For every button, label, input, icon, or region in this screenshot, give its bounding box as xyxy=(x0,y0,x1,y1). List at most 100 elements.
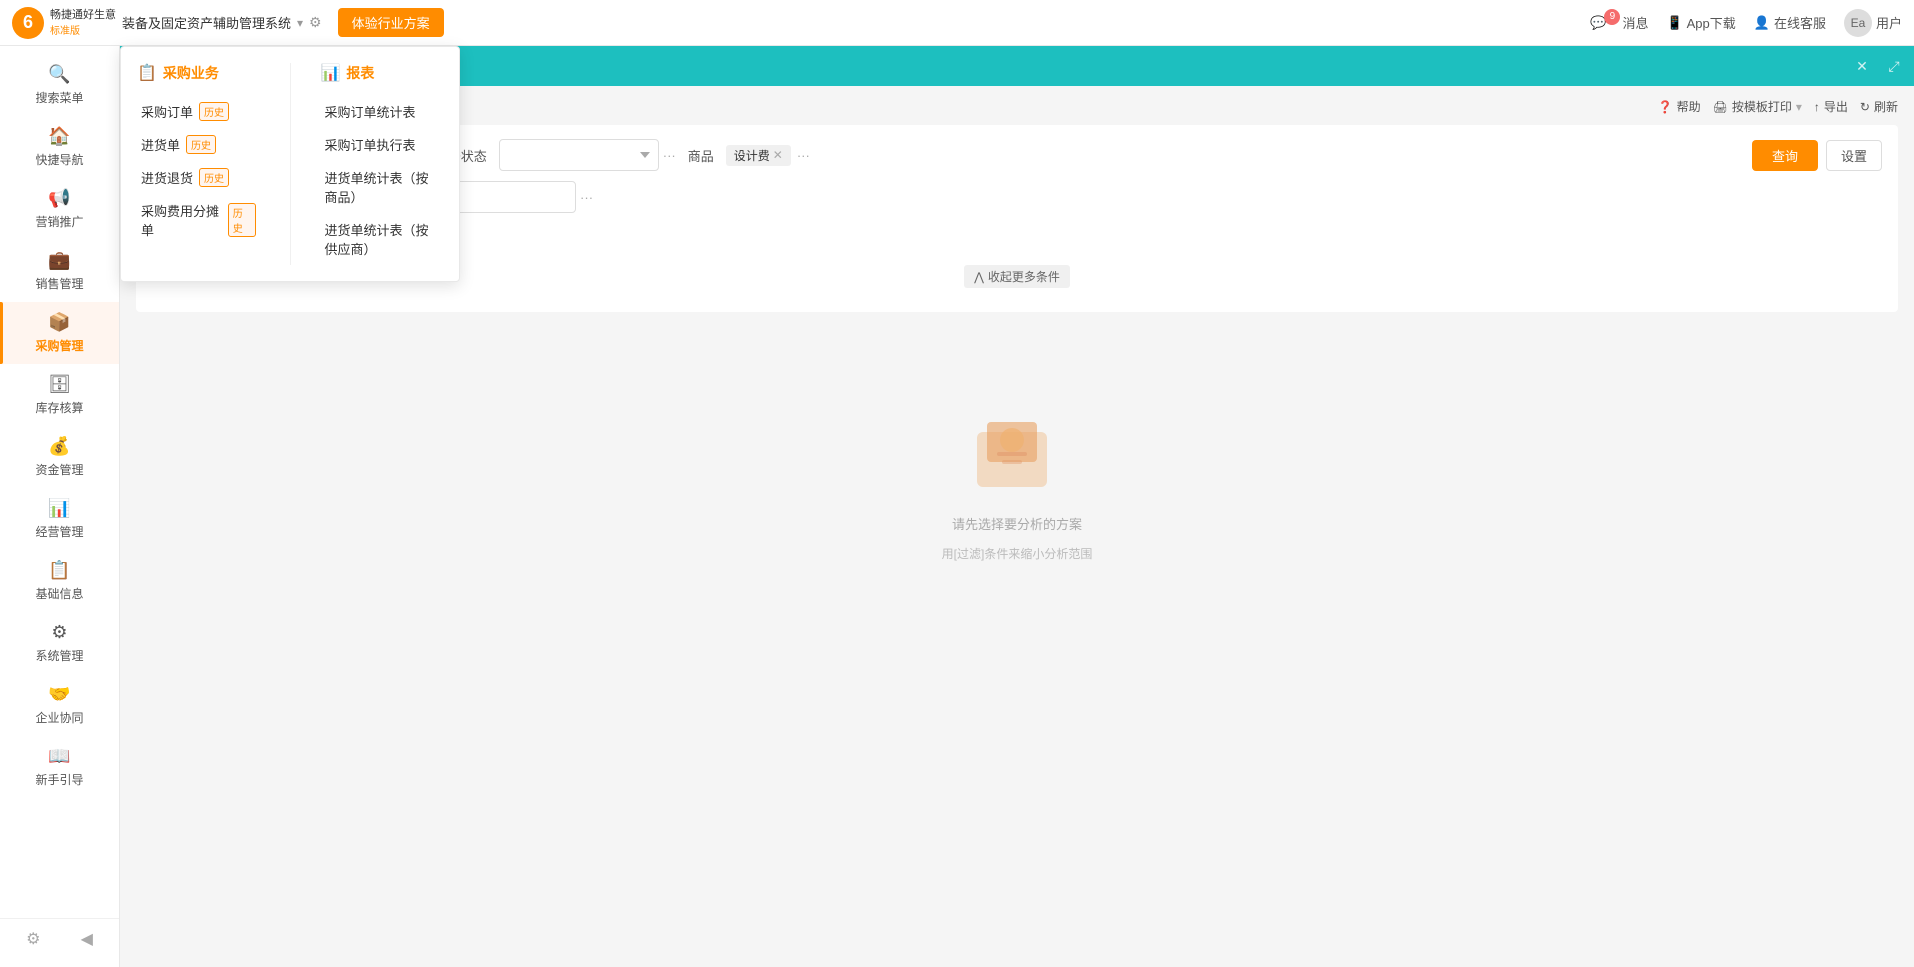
empty-hint1: 请先选择要分析的方案 xyxy=(952,514,1082,533)
user-btn[interactable]: Ea 用户 xyxy=(1844,9,1902,37)
dropdown-item-report-3-label: 进货单统计表（按商品） xyxy=(325,168,440,206)
user-label: 用户 xyxy=(1876,13,1902,32)
export-btn[interactable]: ↑ 导出 xyxy=(1814,98,1848,115)
print-btn[interactable]: 🖨 按模板打印 ▾ xyxy=(1713,98,1802,115)
app-download-label: App下载 xyxy=(1687,13,1736,32)
sidebar-item-marketing[interactable]: 📢 营销推广 xyxy=(0,178,119,240)
baseinfo-icon: 📋 xyxy=(48,560,70,581)
message-btn[interactable]: 💬 9 消息 xyxy=(1590,13,1648,32)
sidebar-item-quicknav[interactable]: 🏠 快捷导航 xyxy=(0,116,119,178)
dropdown-item-purchase-order[interactable]: 采购订单 历史 xyxy=(137,95,260,128)
service-icon: 👤 xyxy=(1754,15,1770,31)
sidebar-label-inventory: 库存核算 xyxy=(35,399,83,416)
voucher-status-more-icon[interactable]: ··· xyxy=(663,148,676,163)
topbar-right: 💬 9 消息 📱 App下载 👤 在线客服 Ea 用户 xyxy=(1590,9,1902,37)
sidebar-collapse-btn[interactable]: ◀ xyxy=(81,929,93,949)
sidebar-item-sales[interactable]: 💼 销售管理 xyxy=(0,240,119,302)
online-service-btn[interactable]: 👤 在线客服 xyxy=(1754,13,1826,32)
sidebar-item-guide[interactable]: 📖 新手引导 xyxy=(0,736,119,798)
sidebar-item-collab[interactable]: 🤝 企业协同 xyxy=(0,674,119,736)
home-icon: 🏠 xyxy=(48,126,70,147)
purchase-dropdown-menu: 📋 采购业务 采购订单 历史 进货单 历史 进货退货 历史 采购费用分摊单 历史… xyxy=(120,46,460,282)
sidebar-label-purchase: 采购管理 xyxy=(35,337,83,354)
history-badge-1: 历史 xyxy=(186,135,216,154)
goods-more-icon[interactable]: ··· xyxy=(797,148,810,163)
goods-tag-close-icon[interactable]: ✕ xyxy=(773,148,783,162)
report-col-title: 📊 报表 xyxy=(321,63,444,83)
dropdown-item-report-2-label: 采购订单执行表 xyxy=(325,135,416,154)
fullscreen-btn[interactable]: ⤢ xyxy=(1880,52,1908,80)
dropdown-item-expense[interactable]: 采购费用分摊单 历史 xyxy=(137,194,260,246)
sidebar-label-system: 系统管理 xyxy=(35,647,83,664)
inventory-icon: 🗄 xyxy=(48,374,71,395)
message-label: 消息 xyxy=(1622,13,1648,32)
sidebar-label-operations: 经营管理 xyxy=(35,523,83,540)
query-btn[interactable]: 查询 xyxy=(1752,140,1818,171)
collapse-label: 收起更多条件 xyxy=(988,268,1060,285)
history-badge-2: 历史 xyxy=(199,168,229,187)
dropdown-item-report-1[interactable]: 采购订单统计表 xyxy=(321,95,444,128)
brand-name: 畅捷通好生意 xyxy=(50,8,116,22)
app-download-btn[interactable]: 📱 App下载 xyxy=(1666,13,1735,32)
system-gear-icon[interactable]: ⚙ xyxy=(309,14,322,31)
sidebar: 🔍 搜索菜单 🏠 快捷导航 📢 营销推广 💼 销售管理 📦 采购管理 🗄 库存核… xyxy=(0,46,120,967)
finance-icon: 💰 xyxy=(48,436,70,457)
search-icon: 🔍 xyxy=(48,64,70,85)
dropdown-item-report-3[interactable]: 进货单统计表（按商品） xyxy=(321,161,444,213)
print-icon: 🖨 xyxy=(1713,100,1728,114)
sidebar-item-system[interactable]: ⚙ 系统管理 xyxy=(0,612,119,674)
sidebar-item-finance[interactable]: 💰 资金管理 xyxy=(0,426,119,488)
system-arrow-icon[interactable]: ▾ xyxy=(297,16,303,30)
voucher-status-select[interactable] xyxy=(499,139,659,171)
salesperson-more-icon[interactable]: ··· xyxy=(580,190,593,205)
dropdown-item-return-label: 进货退货 xyxy=(141,168,193,187)
guide-icon: 📖 xyxy=(48,746,70,767)
sidebar-item-search[interactable]: 🔍 搜索菜单 xyxy=(0,54,119,116)
history-badge-3: 历史 xyxy=(228,203,256,237)
sidebar-item-operations[interactable]: 📊 经营管理 xyxy=(0,488,119,550)
sidebar-label-search: 搜索菜单 xyxy=(35,89,83,106)
system-name: 装备及固定资产辅助管理系统 xyxy=(122,13,291,32)
dropdown-item-report-4-label: 进货单统计表（按供应商） xyxy=(325,220,440,258)
report-col: 📊 报表 采购订单统计表 采购订单执行表 进货单统计表（按商品） 进货单统计表（… xyxy=(321,63,444,265)
help-btn[interactable]: ❓ 帮助 xyxy=(1658,98,1701,115)
dropdown-divider xyxy=(290,63,291,265)
sidebar-item-baseinfo[interactable]: 📋 基础信息 xyxy=(0,550,119,612)
setting-btn[interactable]: 设置 xyxy=(1826,140,1882,171)
sidebar-label-sales: 销售管理 xyxy=(35,275,83,292)
goods-tag: 设计费 ✕ xyxy=(726,145,791,166)
dropdown-item-incoming[interactable]: 进货单 历史 xyxy=(137,128,260,161)
sidebar-label-guide: 新手引导 xyxy=(35,771,83,788)
purchase-icon: 📦 xyxy=(48,312,70,333)
goods-label: 商品 xyxy=(688,146,714,165)
sidebar-label-baseinfo: 基础信息 xyxy=(35,585,83,602)
sidebar-item-inventory[interactable]: 🗄 库存核算 xyxy=(0,364,119,426)
empty-hint2: 用[过滤]条件来缩小分析范围 xyxy=(942,545,1093,562)
empty-state: 请先选择要分析的方案 用[过滤]条件来缩小分析范围 xyxy=(136,322,1898,642)
purchase-col-title: 📋 采购业务 xyxy=(137,63,260,83)
active-bar xyxy=(0,302,3,364)
logo: 6 畅捷通好生意 标准版 xyxy=(12,7,122,39)
collapse-btn[interactable]: ⋀ 收起更多条件 xyxy=(964,265,1070,288)
phone-icon: 📱 xyxy=(1666,15,1682,31)
sidebar-item-purchase[interactable]: 📦 采购管理 xyxy=(0,302,119,364)
system-info: 装备及固定资产辅助管理系统 ▾ ⚙ 体验行业方案 xyxy=(122,8,1590,37)
industry-btn[interactable]: 体验行业方案 xyxy=(338,8,444,37)
dropdown-item-return[interactable]: 进货退货 历史 xyxy=(137,161,260,194)
sidebar-label-quicknav: 快捷导航 xyxy=(35,151,83,168)
collapse-arrow-icon: ⋀ xyxy=(974,270,984,284)
dropdown-item-report-2[interactable]: 采购订单执行表 xyxy=(321,128,444,161)
close-all-btn[interactable]: ✕ xyxy=(1848,52,1876,80)
refresh-btn[interactable]: ↻ 刷新 xyxy=(1860,98,1898,115)
dropdown-item-expense-label: 采购费用分摊单 xyxy=(141,201,222,239)
refresh-label: 刷新 xyxy=(1874,98,1898,115)
purchase-col-title-text: 采购业务 xyxy=(163,63,219,83)
sidebar-settings-btn[interactable]: ⚙ xyxy=(26,929,40,949)
collab-icon: 🤝 xyxy=(48,684,70,705)
online-service-label: 在线客服 xyxy=(1774,13,1826,32)
dropdown-item-report-4[interactable]: 进货单统计表（按供应商） xyxy=(321,213,444,265)
sidebar-label-collab: 企业协同 xyxy=(35,709,83,726)
sidebar-label-marketing: 营销推广 xyxy=(35,213,83,230)
help-label: 帮助 xyxy=(1677,98,1701,115)
history-badge-0: 历史 xyxy=(199,102,229,121)
